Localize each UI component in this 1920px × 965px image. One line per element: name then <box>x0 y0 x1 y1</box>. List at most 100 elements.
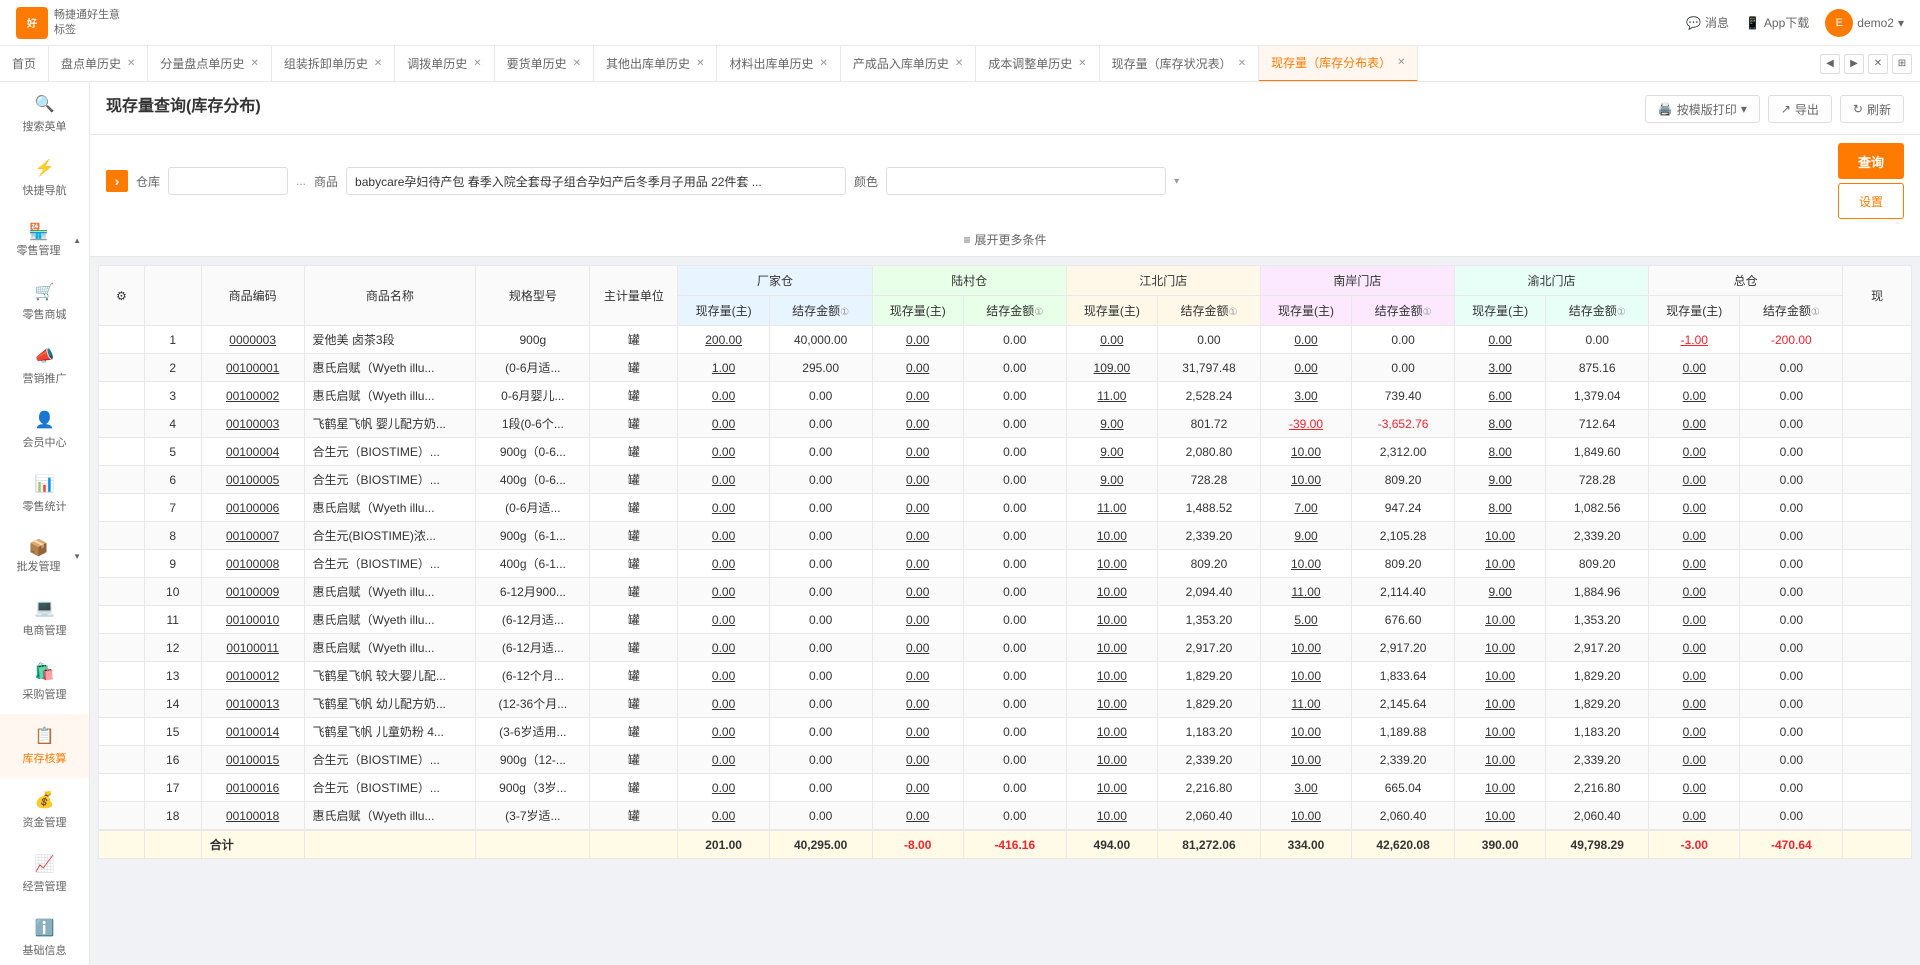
warehouse-input[interactable] <box>168 167 288 195</box>
close-tab-icon[interactable]: ✕ <box>127 58 135 69</box>
sidebar-item-basic-info[interactable]: ℹ️ 基础信息 <box>0 906 89 965</box>
sidebar-item-search[interactable]: 🔍 搜索英单 <box>0 82 89 146</box>
filter-toggle-btn[interactable]: › <box>106 170 128 192</box>
sidebar-item-wholesale[interactable]: 📦 批发管理 ▼ <box>0 526 89 586</box>
sidebar-item-label: 采购管理 <box>23 686 67 702</box>
print-btn[interactable]: 🖨️ 按模版打印 ▾ <box>1645 95 1760 123</box>
col-total-header: 总仓 <box>1649 266 1843 296</box>
sidebar-item-ecommerce[interactable]: 💻 电商管理 <box>0 586 89 650</box>
close-tab-icon[interactable]: ✕ <box>573 58 581 69</box>
close-tab-icon[interactable]: ✕ <box>1397 57 1405 68</box>
col-yubei-amt: 结存金额① <box>1546 296 1649 326</box>
tab-stock-status[interactable]: 现存量（库存状况表） ✕ <box>1100 46 1259 82</box>
col-settings-header[interactable]: ⚙ <box>99 266 145 326</box>
expand-conditions-btn[interactable]: ≡ 展开更多条件 <box>963 231 1046 248</box>
info-icon: ℹ️ <box>35 918 55 938</box>
tab-other-out[interactable]: 其他出库单历史 ✕ <box>594 46 717 82</box>
sidebar-item-label: 基础信息 <box>23 942 67 958</box>
filter-area: › 仓库 ... 商品 颜色 ▾ 查询 设置 ≡ 展开更多条件 <box>90 135 1920 257</box>
table-row: 1000100009惠氏启赋（Wyeth illu...6-12月900...罐… <box>99 578 1912 606</box>
table-row: 1300100012飞鹤星飞帆 较大婴儿配...(6-12个月...罐0.000… <box>99 662 1912 690</box>
footer-row: 合计201.0040,295.00-8.00-416.16494.0081,27… <box>99 830 1912 859</box>
tab-prev-btn[interactable]: ◀ <box>1820 54 1840 74</box>
export-btn[interactable]: ↗ 导出 <box>1768 95 1832 123</box>
tab-nav: ◀ ▶ ✕ ⊞ <box>1812 54 1920 74</box>
tab-cost-adjust[interactable]: 成本调整单历史 ✕ <box>976 46 1099 82</box>
tab-transfer[interactable]: 调拨单历史 ✕ <box>395 46 494 82</box>
tab-expand-btn[interactable]: ⊞ <box>1892 54 1912 74</box>
table-row: 1200100011惠氏启赋（Wyeth illu...(6-12月适...罐0… <box>99 634 1912 662</box>
tab-assemble[interactable]: 组装拆卸单历史 ✕ <box>272 46 395 82</box>
tab-requisition[interactable]: 要货单历史 ✕ <box>495 46 594 82</box>
page-title: 现存量查询(库存分布) <box>106 92 261 116</box>
tab-product-in[interactable]: 产成品入库单历史 ✕ <box>841 46 976 82</box>
query-btn[interactable]: 查询 <box>1838 143 1904 179</box>
settings-btn[interactable]: 设置 <box>1838 183 1904 219</box>
tab-inventory-single[interactable]: 盘点单历史 ✕ <box>49 46 148 82</box>
sidebar-item-purchase[interactable]: 🛍️ 采购管理 <box>0 650 89 714</box>
sidebar-item-label: 零售管理 <box>17 242 61 258</box>
close-tab-icon[interactable]: ✕ <box>696 58 704 69</box>
table-row: 1400100013飞鹤星飞帆 幼儿配方奶...(12-36个月...罐0.00… <box>99 690 1912 718</box>
sidebar-item-nav[interactable]: ⚡ 快捷导航 <box>0 146 89 210</box>
arrow-down-icon: ▼ <box>73 552 81 561</box>
avatar: E <box>1825 9 1853 37</box>
ecommerce-icon: 💻 <box>35 598 55 618</box>
shop-icon: 🛒 <box>35 282 55 302</box>
sidebar-item-marketing[interactable]: 📣 营销推广 <box>0 334 89 398</box>
close-tab-icon[interactable]: ✕ <box>250 58 258 69</box>
sidebar-item-finance[interactable]: 💰 资金管理 <box>0 778 89 842</box>
user-menu[interactable]: E demo2 ▾ <box>1825 9 1904 37</box>
product-input[interactable] <box>346 167 846 195</box>
settings-icon: ⚙ <box>116 289 127 303</box>
logo-text: 畅捷通好生意 标签 <box>54 8 120 37</box>
color-label: 颜色 <box>854 173 878 190</box>
sidebar-item-ops[interactable]: 📈 经营管理 <box>0 842 89 906</box>
filter-dots: ... <box>296 174 306 188</box>
sidebar-item-retail-manage[interactable]: 🏪 零售管理 ▲ <box>0 210 89 270</box>
refresh-btn[interactable]: ↻ 刷新 <box>1840 95 1904 123</box>
col-spec-header: 规格型号 <box>476 266 590 326</box>
color-input[interactable] <box>886 167 1166 195</box>
product-label: 商品 <box>314 173 338 190</box>
message-btn[interactable]: 💬 消息 <box>1686 14 1729 31</box>
table-row: 1500100014飞鹤星飞帆 儿童奶粉 4...(3-6岁适用...罐0.00… <box>99 718 1912 746</box>
search-icon: 🔍 <box>35 94 55 114</box>
main-layout: 🔍 搜索英单 ⚡ 快捷导航 🏪 零售管理 ▲ 🛒 零售商城 📣 营销推广 👤 会… <box>0 82 1920 965</box>
tab-next-btn[interactable]: ▶ <box>1844 54 1864 74</box>
close-tab-icon[interactable]: ✕ <box>955 58 963 69</box>
col-lucun-qty: 现存量(主) <box>872 296 963 326</box>
sidebar-item-label: 营销推广 <box>23 370 67 386</box>
info-icon: ① <box>1423 307 1432 318</box>
sidebar-item-label: 会员中心 <box>23 434 67 450</box>
close-tab-icon[interactable]: ✕ <box>1078 58 1086 69</box>
close-tab-icon[interactable]: ✕ <box>374 58 382 69</box>
tab-close-all-btn[interactable]: ✕ <box>1868 54 1888 74</box>
sidebar-item-label: 搜索英单 <box>23 118 67 134</box>
app-download-btn[interactable]: 📱 App下载 <box>1745 14 1809 31</box>
close-tab-icon[interactable]: ✕ <box>819 58 827 69</box>
close-tab-icon[interactable]: ✕ <box>473 58 481 69</box>
page-actions: 🖨️ 按模版打印 ▾ ↗ 导出 ↻ 刷新 <box>1645 95 1904 123</box>
tab-home[interactable]: 首页 <box>0 46 49 82</box>
col-unit-header: 主计量单位 <box>590 266 678 326</box>
tab-sub-inventory[interactable]: 分量盘点单历史 ✕ <box>148 46 271 82</box>
sidebar-item-member[interactable]: 👤 会员中心 <box>0 398 89 462</box>
col-jiangbei-qty: 现存量(主) <box>1066 296 1157 326</box>
col-total-amt: 结存金额① <box>1740 296 1843 326</box>
marketing-icon: 📣 <box>35 346 55 366</box>
tab-stock-dist[interactable]: 现存量（库存分布表） ✕ <box>1259 46 1418 82</box>
sidebar-item-stock-check[interactable]: 📋 库存核算 <box>0 714 89 778</box>
info-icon: ① <box>1811 307 1820 318</box>
sidebar-item-retail-stats[interactable]: 📊 零售统计 <box>0 462 89 526</box>
table-row: 200100001惠氏启赋（Wyeth illu...(0-6月适...罐1.0… <box>99 354 1912 382</box>
close-tab-icon[interactable]: ✕ <box>1238 58 1246 69</box>
table-row: 800100007合生元(BIOSTIME)浓...900g（6-1...罐0.… <box>99 522 1912 550</box>
col-jiangbei-amt: 结存金额① <box>1158 296 1261 326</box>
sidebar-item-label: 经营管理 <box>23 878 67 894</box>
sidebar-item-label: 批发管理 <box>17 558 61 574</box>
sidebar-item-retail-shop[interactable]: 🛒 零售商城 <box>0 270 89 334</box>
tab-material-out[interactable]: 材料出库单历史 ✕ <box>717 46 840 82</box>
sidebar-item-label: 零售商城 <box>23 306 67 322</box>
table-row: 10000003爱他美 卤茶3段900g罐200.0040,000.000.00… <box>99 326 1912 354</box>
